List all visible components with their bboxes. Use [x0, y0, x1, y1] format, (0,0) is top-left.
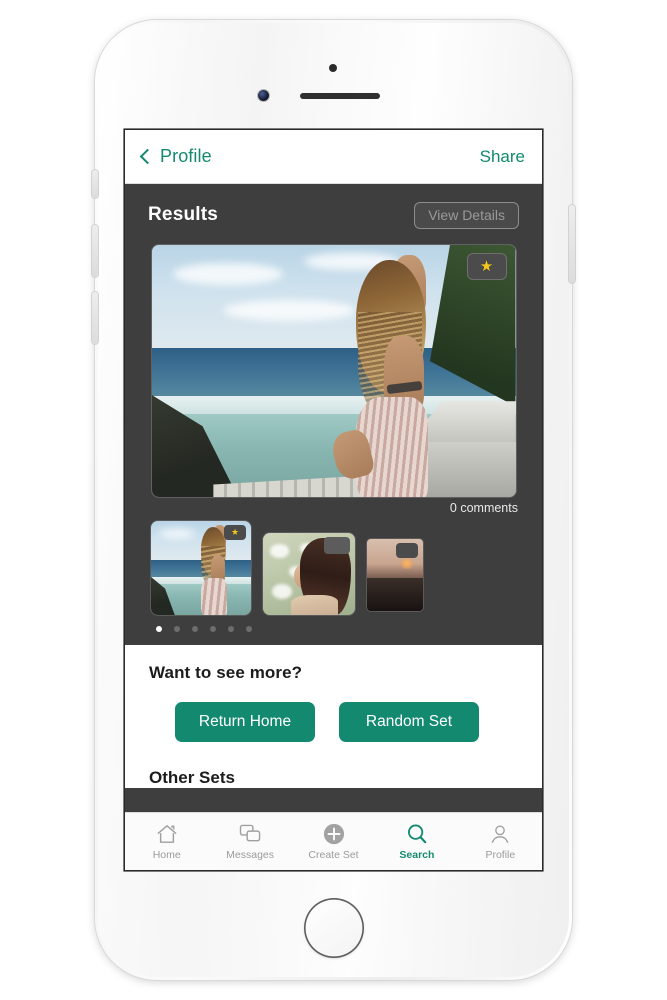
- back-button-label: Profile: [160, 146, 212, 166]
- featured-photo-art: [151, 245, 516, 497]
- more-section: Want to see more? Return Home Random Set…: [125, 645, 542, 788]
- person-icon: [490, 823, 510, 846]
- tab-label: Home: [152, 848, 181, 861]
- comments-count: 0 comments: [449, 501, 518, 515]
- more-section-heading: Want to see more?: [149, 663, 303, 682]
- pagination-dot[interactable]: [228, 626, 234, 632]
- thumbnail-carousel[interactable]: ★: [125, 515, 542, 615]
- thumbnail-item[interactable]: [263, 533, 355, 615]
- pagination-dot[interactable]: [210, 626, 216, 632]
- star-icon: ★: [230, 527, 240, 537]
- power-button[interactable]: [569, 205, 575, 283]
- tab-label: Create Set: [308, 848, 359, 861]
- results-header: Results View Details: [125, 198, 542, 232]
- share-button[interactable]: Share: [480, 147, 525, 167]
- pagination-dot[interactable]: [174, 626, 180, 632]
- silent-switch[interactable]: [92, 170, 98, 198]
- tab-label: Search: [399, 848, 435, 861]
- pagination-dot[interactable]: [192, 626, 198, 632]
- featured-photo[interactable]: ★: [151, 245, 516, 497]
- phone-device: Profile Share Results View Details ★ 0 c…: [92, 20, 575, 980]
- thumbnail-item[interactable]: ★: [151, 521, 251, 615]
- tab-label: Messages: [226, 848, 275, 861]
- tab-label: Profile: [485, 848, 516, 861]
- featured-star-badge[interactable]: ★: [466, 253, 507, 280]
- plus-circle-icon: [323, 823, 345, 846]
- return-home-button[interactable]: Return Home: [175, 702, 315, 742]
- tab-profile[interactable]: Profile: [459, 823, 542, 861]
- chat-bubbles-icon: [239, 823, 262, 846]
- carousel-pagination[interactable]: [125, 615, 542, 645]
- screenshot-stage: Profile Share Results View Details ★ 0 c…: [0, 0, 667, 1000]
- volume-down-button[interactable]: [92, 292, 98, 344]
- thumbnail-photo-badge: [324, 537, 350, 554]
- pagination-dot[interactable]: [246, 626, 252, 632]
- more-section-actions: Return Home Random Set: [125, 683, 542, 742]
- back-button[interactable]: Profile: [139, 146, 212, 167]
- bottom-tab-bar: Home Messages Create Set Search Profile: [125, 812, 542, 870]
- home-icon: [156, 823, 178, 846]
- earpiece-speaker: [300, 93, 380, 99]
- star-icon: ★: [479, 258, 494, 275]
- proximity-sensor-icon: [329, 64, 337, 72]
- navigation-bar: Profile Share: [125, 130, 542, 184]
- view-details-button[interactable]: View Details: [414, 201, 519, 229]
- tab-search[interactable]: Search: [375, 823, 458, 861]
- other-sets-heading: Other Sets: [149, 768, 235, 787]
- thumbnail-photo-badge: [396, 543, 418, 558]
- tab-create-set[interactable]: Create Set: [292, 823, 375, 861]
- thumbnail-star-badge: ★: [224, 525, 246, 540]
- home-button[interactable]: [303, 898, 364, 958]
- front-camera-icon: [258, 90, 269, 101]
- phone-screen: Profile Share Results View Details ★ 0 c…: [125, 130, 542, 870]
- chevron-left-icon: [139, 148, 156, 165]
- thumbnail-item[interactable]: [367, 539, 423, 611]
- tab-home[interactable]: Home: [125, 823, 208, 861]
- pagination-dot[interactable]: [156, 626, 162, 632]
- tab-messages[interactable]: Messages: [208, 823, 291, 861]
- volume-up-button[interactable]: [92, 225, 98, 277]
- magnifier-icon: [406, 823, 428, 846]
- results-title: Results: [148, 204, 219, 225]
- random-set-button[interactable]: Random Set: [339, 702, 479, 742]
- results-panel: Results View Details ★ 0 comments ★: [125, 184, 542, 645]
